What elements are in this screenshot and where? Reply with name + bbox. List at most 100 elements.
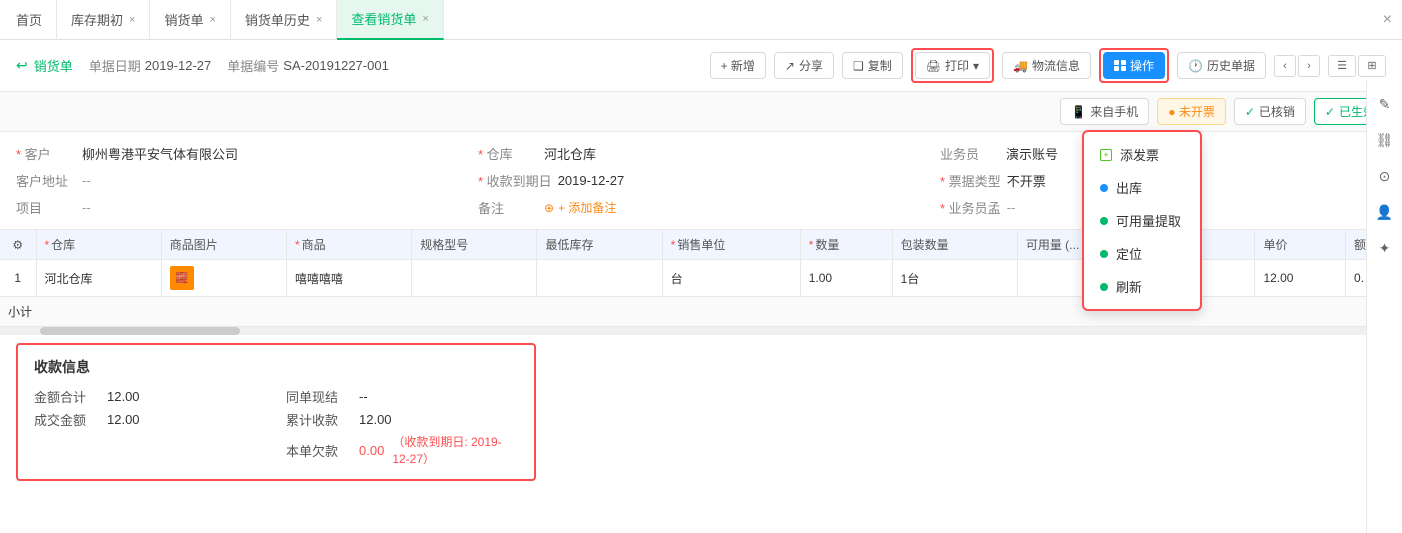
total-amount-value: 12.00 [107, 389, 140, 404]
window-close-button[interactable]: × [1383, 11, 1392, 29]
refresh-menu-item[interactable]: 刷新 [1084, 270, 1200, 303]
add-invoice-icon: + [1100, 149, 1112, 161]
tab-sales-history[interactable]: 销货单历史 × [231, 0, 337, 40]
project-value: -- [82, 200, 91, 215]
doc-date-field: 单据日期 2019-12-27 [89, 56, 212, 75]
outbound-menu-item[interactable]: 出库 [1084, 171, 1200, 204]
outbound-icon [1100, 184, 1108, 192]
horizontal-scrollbar[interactable] [0, 327, 1402, 335]
user-icon[interactable]: 👤 [1369, 196, 1401, 228]
cumulative-value: 12.00 [359, 412, 392, 427]
same-order-label: 同单现结 [286, 387, 351, 406]
from-phone-button[interactable]: 📱 来自手机 [1060, 98, 1149, 125]
col-package-qty: 包装数量 [892, 230, 1017, 260]
ops-dropdown-menu: + 添发票 出库 可用量提取 定位 刷新 [1082, 130, 1202, 311]
address-label: 客户地址 [16, 171, 76, 190]
effective-icon: ✓ [1325, 105, 1335, 119]
link-icon[interactable]: ⛓ [1369, 124, 1401, 156]
available-qty-menu-item[interactable]: 可用量提取 [1084, 204, 1200, 237]
doc-type-label: 销货单 [34, 56, 73, 75]
new-button[interactable]: + 新增 [710, 52, 766, 79]
next-record-button[interactable]: › [1298, 55, 1320, 77]
circle-icon[interactable]: ⊙ [1369, 160, 1401, 192]
grid-view-button[interactable]: ⊞ [1358, 55, 1386, 77]
available-qty-icon [1100, 217, 1108, 225]
row-num: 1 [0, 260, 36, 297]
prev-record-button[interactable]: ‹ [1274, 55, 1296, 77]
scroll-thumb[interactable] [40, 327, 240, 335]
project-field: 项目 -- [16, 198, 462, 217]
add-remark-button[interactable]: ⊕ + 添加备注 [544, 199, 616, 216]
share-button[interactable]: ↗ 分享 [774, 52, 834, 79]
transaction-row: 成交金额 12.00 [34, 410, 266, 429]
invoice-status-button[interactable]: ● 未开票 [1157, 98, 1226, 125]
col-gear[interactable]: ⚙ [0, 230, 36, 260]
logistics-button[interactable]: 🚚 物流信息 [1002, 52, 1091, 79]
list-view-button[interactable]: ☰ [1328, 55, 1356, 77]
row-product-img: 🧱 [161, 260, 286, 297]
remark-field: 备注 ⊕ + 添加备注 [478, 198, 924, 217]
locate-icon [1100, 250, 1108, 258]
cumulative-label: 累计收款 [286, 410, 351, 429]
doc-date-label: 单据日期 [89, 56, 141, 75]
doc-number-value: SA-20191227-001 [283, 58, 389, 73]
staff-value: 演示账号 [1006, 144, 1058, 163]
close-sales-history-tab[interactable]: × [316, 14, 322, 26]
locate-menu-item[interactable]: 定位 [1084, 237, 1200, 270]
total-amount-label: 金额合计 [34, 387, 99, 406]
doc-meta: 单据日期 2019-12-27 单据编号 SA-20191227-001 [89, 56, 389, 75]
print-button[interactable]: 🖨 打印 ▾ [915, 52, 990, 79]
due-date-field: 收款到期日 2019-12-27 [478, 171, 924, 190]
close-sales-order-tab[interactable]: × [209, 14, 215, 26]
ticket-type-value: 不开票 [1007, 171, 1046, 190]
col-warehouse: *仓库 [36, 230, 161, 260]
doc-date-value: 2019-12-27 [145, 58, 212, 73]
right-sidebar: ✎ ⛓ ⊙ 👤 ✦ ⤢ [1366, 80, 1402, 533]
due-date-label: 收款到期日 [478, 171, 552, 190]
star-icon[interactable]: ✦ [1369, 232, 1401, 264]
address-field: 客户地址 -- [16, 171, 462, 190]
same-order-row: 同单现结 -- [286, 387, 518, 406]
warehouse-label: 仓库 [478, 144, 538, 163]
outstanding-label: 本单欠款 [286, 441, 351, 460]
outstanding-value: 0.00 [359, 443, 384, 458]
confirm-button[interactable]: ✓ 已核销 [1234, 98, 1306, 125]
row-package-qty: 1台 [892, 260, 1017, 297]
view-toggle: ☰ ⊞ [1328, 55, 1386, 77]
project-label: 项目 [16, 198, 76, 217]
warehouse-value: 河北仓库 [544, 144, 596, 163]
row-product: 嘻嘻嘻嘻 [286, 260, 411, 297]
history-button[interactable]: 🕐 历史单据 [1177, 52, 1266, 79]
copy-button[interactable]: ❑ 复制 [842, 52, 903, 79]
product-image: 🧱 [170, 266, 194, 290]
col-unit-price: 单价 [1255, 230, 1346, 260]
close-view-sales-tab[interactable]: × [422, 13, 428, 25]
print-icon: 🖨 [926, 59, 941, 73]
tab-view-sales[interactable]: 查看销货单 × [337, 0, 443, 40]
add-invoice-menu-item[interactable]: + 添发票 [1084, 138, 1200, 171]
share-icon: ↗ [785, 59, 795, 73]
remark-label: 备注 [478, 198, 538, 217]
same-order-value: -- [359, 389, 368, 404]
col-product-img: 商品图片 [161, 230, 286, 260]
tab-home[interactable]: 首页 [8, 0, 57, 40]
main-content: ↩ 销货单 单据日期 2019-12-27 单据编号 SA-20191227-0… [0, 40, 1402, 533]
doc-type-badge: ↩ 销货单 [16, 56, 73, 75]
customer-label: 客户 [16, 144, 76, 163]
outstanding-row: 本单欠款 0.00 （收款到期日: 2019-12-27） [286, 433, 518, 467]
close-inventory-init-tab[interactable]: × [129, 14, 135, 26]
total-amount-row: 金额合计 12.00 [34, 387, 266, 406]
tab-inventory-init[interactable]: 库存期初 × [57, 0, 150, 40]
tab-sales-order[interactable]: 销货单 × [150, 0, 230, 40]
address-value: -- [82, 173, 91, 188]
refresh-icon [1100, 283, 1108, 291]
ops-button[interactable]: 操作 [1103, 52, 1165, 79]
staff-label: 业务员 [940, 144, 1000, 163]
logistics-icon: 🚚 [1013, 59, 1028, 73]
doc-type-icon: ↩ [16, 57, 28, 74]
edit-icon[interactable]: ✎ [1369, 88, 1401, 120]
row-min-stock [537, 260, 662, 297]
salesperson-label: 业务员孟 [940, 198, 1001, 217]
history-icon: 🕐 [1188, 59, 1203, 73]
row-spec [412, 260, 537, 297]
